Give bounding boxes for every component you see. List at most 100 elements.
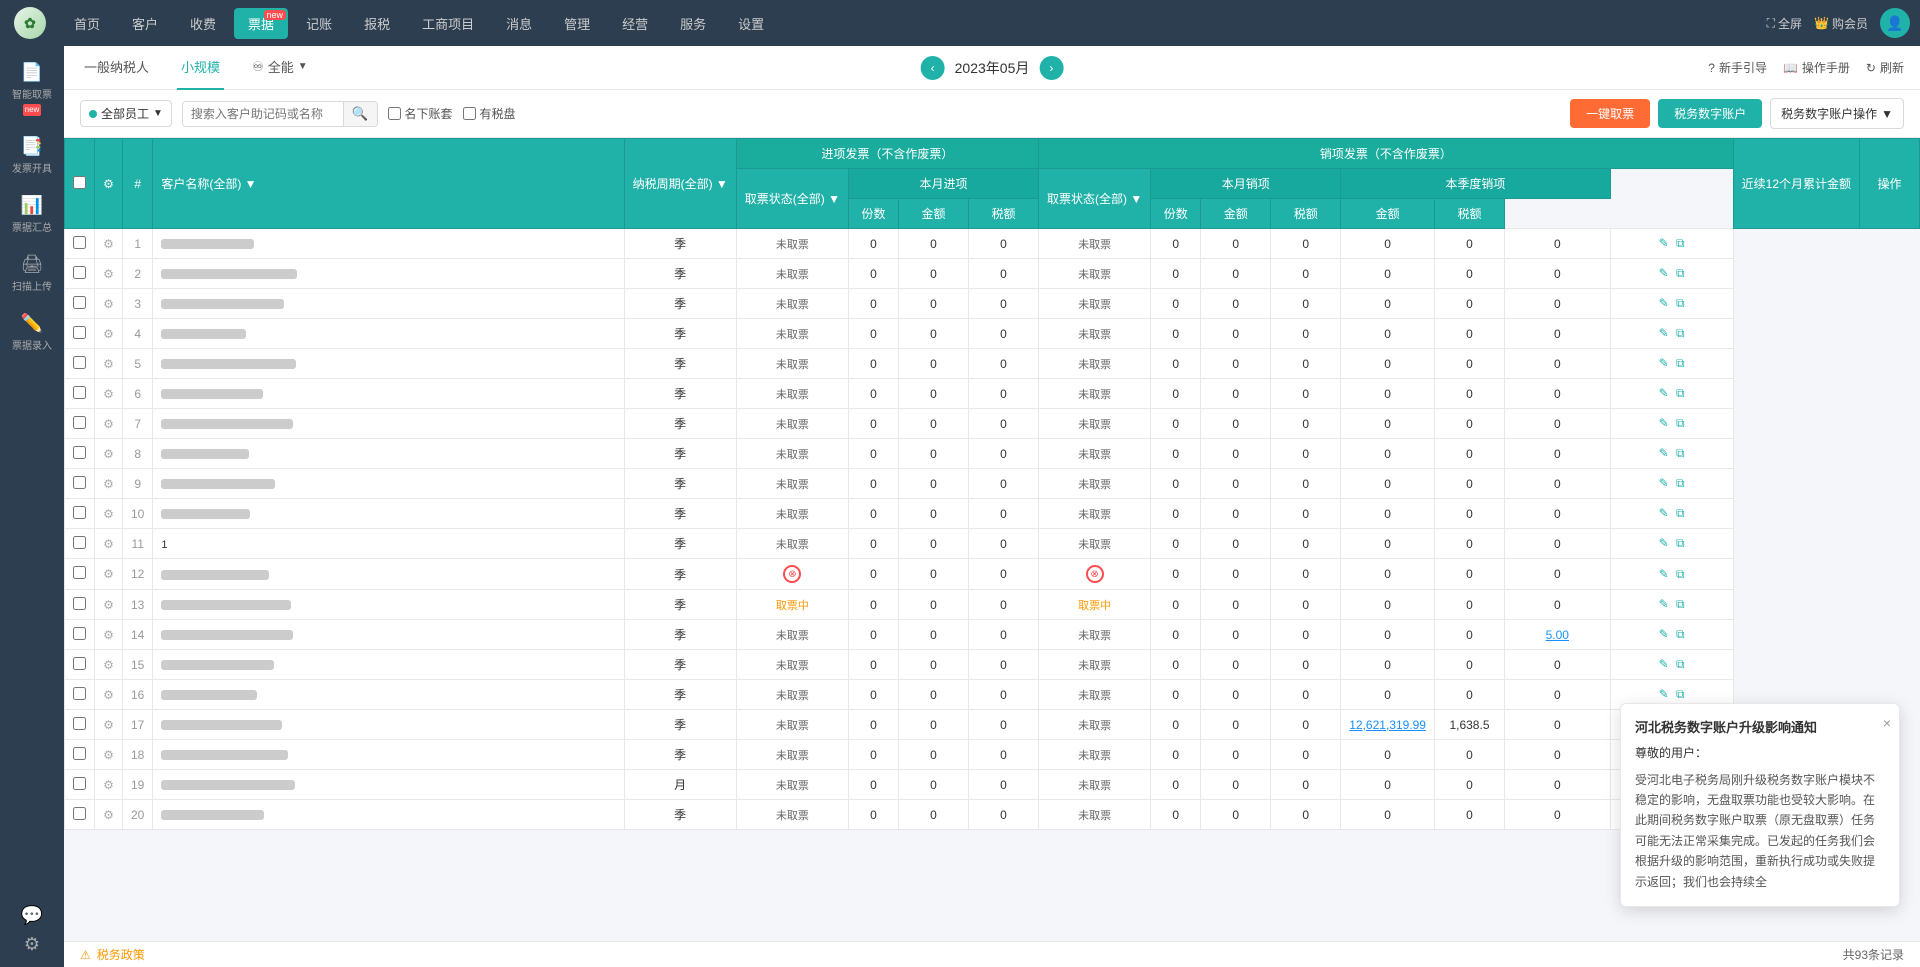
search-btn[interactable]: 🔍 [343, 102, 377, 126]
copy-btn[interactable]: ⧉ [1676, 356, 1685, 370]
edit-btn[interactable]: ✎ [1659, 296, 1669, 310]
copy-btn[interactable]: ⧉ [1676, 597, 1685, 611]
copy-btn[interactable]: ⧉ [1676, 446, 1685, 460]
row-checkbox[interactable] [73, 416, 86, 429]
row-num: 6 [123, 379, 153, 409]
tab-small-scale[interactable]: 小规模 [177, 46, 224, 90]
row-checkbox[interactable] [73, 627, 86, 640]
nav-manage[interactable]: 管理 [550, 8, 604, 39]
row-checkbox[interactable] [73, 687, 86, 700]
row-checkbox[interactable] [73, 747, 86, 760]
settings-icon[interactable]: ⚙ [24, 934, 40, 955]
row-checkbox[interactable] [73, 266, 86, 279]
row-checkbox[interactable] [73, 506, 86, 519]
row-checkbox[interactable] [73, 807, 86, 820]
tax-policy-link[interactable]: 税务政策 [97, 946, 145, 963]
vip-btn[interactable]: 👑 购会员 [1814, 15, 1868, 32]
edit-btn[interactable]: ✎ [1659, 356, 1669, 370]
guide-btn[interactable]: ? 新手引导 [1708, 59, 1767, 76]
nav-bookkeeping[interactable]: 记账 [292, 8, 346, 39]
row-checkbox[interactable] [73, 717, 86, 730]
manual-btn[interactable]: 📖 操作手册 [1783, 59, 1850, 76]
nav-services[interactable]: 服务 [666, 8, 720, 39]
copy-btn[interactable]: ⧉ [1676, 657, 1685, 671]
copy-btn[interactable]: ⧉ [1676, 326, 1685, 340]
copy-btn[interactable]: ⧉ [1676, 266, 1685, 280]
copy-btn[interactable]: ⧉ [1676, 386, 1685, 400]
tax-digital-ops-btn[interactable]: 税务数字账户操作 ▼ [1770, 98, 1904, 129]
message-icon[interactable]: 💬 [21, 905, 43, 926]
row-checkbox[interactable] [73, 657, 86, 670]
edit-btn[interactable]: ✎ [1659, 567, 1669, 581]
youshui-checkbox[interactable] [463, 107, 476, 120]
edit-btn[interactable]: ✎ [1659, 627, 1669, 641]
edit-btn[interactable]: ✎ [1659, 326, 1669, 340]
tab-general-taxpayer[interactable]: 一般纳税人 [80, 46, 153, 90]
th-period[interactable]: 纳税周期(全部) ▼ [624, 139, 736, 229]
next-month-btn[interactable]: › [1039, 56, 1063, 80]
nav-tax[interactable]: 报税 [350, 8, 404, 39]
edit-btn[interactable]: ✎ [1659, 416, 1669, 430]
copy-btn[interactable]: ⧉ [1676, 567, 1685, 581]
tax-digital-btn[interactable]: 税务数字账户 [1658, 99, 1762, 128]
nav-tickets[interactable]: 票据 new [234, 8, 288, 39]
row-checkbox[interactable] [73, 536, 86, 549]
th-customer-name[interactable]: 客户名称(全部) ▼ [153, 139, 624, 229]
row-checkbox[interactable] [73, 597, 86, 610]
search-input[interactable] [183, 103, 343, 125]
edit-btn[interactable]: ✎ [1659, 386, 1669, 400]
edit-btn[interactable]: ✎ [1659, 687, 1669, 701]
nav-operations[interactable]: 经营 [608, 8, 662, 39]
row-checkbox[interactable] [73, 566, 86, 579]
tab-all[interactable]: ♾ 全能 ▼ [248, 46, 312, 90]
row-checkbox[interactable] [73, 386, 86, 399]
row-checkbox[interactable] [73, 476, 86, 489]
row-checkbox[interactable] [73, 356, 86, 369]
copy-btn[interactable]: ⧉ [1676, 687, 1685, 701]
nav-fees[interactable]: 收费 [176, 8, 230, 39]
edit-btn[interactable]: ✎ [1659, 476, 1669, 490]
refresh-btn[interactable]: ↻ 刷新 [1866, 59, 1904, 76]
nav-settings[interactable]: 设置 [724, 8, 778, 39]
copy-btn[interactable]: ⧉ [1676, 536, 1685, 550]
edit-btn[interactable]: ✎ [1659, 266, 1669, 280]
sidebar-item-summary[interactable]: 📊 票据汇总 [4, 187, 60, 242]
edit-btn[interactable]: ✎ [1659, 657, 1669, 671]
nav-messages[interactable]: 消息 [492, 8, 546, 39]
youshui-checkbox-label[interactable]: 有税盘 [463, 105, 516, 122]
xiazhang-checkbox-label[interactable]: 名下账套 [388, 105, 453, 122]
copy-btn[interactable]: ⧉ [1676, 236, 1685, 250]
row-checkbox[interactable] [73, 236, 86, 249]
th-in-status[interactable]: 取票状态(全部) ▼ [736, 169, 848, 229]
row-checkbox[interactable] [73, 446, 86, 459]
notification-close-btn[interactable]: × [1883, 712, 1891, 734]
row-checkbox[interactable] [73, 326, 86, 339]
select-all-checkbox[interactable] [73, 176, 86, 189]
one-click-btn[interactable]: 一键取票 [1570, 99, 1650, 128]
prev-month-btn[interactable]: ‹ [921, 56, 945, 80]
row-checkbox[interactable] [73, 777, 86, 790]
fullscreen-btn[interactable]: ⛶ 全屏 [1767, 15, 1802, 32]
edit-btn[interactable]: ✎ [1659, 506, 1669, 520]
th-out-status[interactable]: 取票状态(全部) ▼ [1039, 169, 1151, 229]
edit-btn[interactable]: ✎ [1659, 236, 1669, 250]
sidebar-item-entry[interactable]: ✏️ 票据录入 [4, 305, 60, 360]
copy-btn[interactable]: ⧉ [1676, 476, 1685, 490]
nav-customers[interactable]: 客户 [118, 8, 172, 39]
copy-btn[interactable]: ⧉ [1676, 506, 1685, 520]
sidebar-item-smart-ticket[interactable]: 📄 智能取票 new [4, 54, 60, 124]
row-checkbox[interactable] [73, 296, 86, 309]
sidebar-item-scan[interactable]: 🖨 扫描上传 [4, 246, 60, 301]
copy-btn[interactable]: ⧉ [1676, 627, 1685, 641]
user-avatar[interactable]: 👤 [1880, 8, 1910, 38]
sidebar-item-invoice-open[interactable]: 📑 发票开具 [4, 128, 60, 183]
edit-btn[interactable]: ✎ [1659, 446, 1669, 460]
copy-btn[interactable]: ⧉ [1676, 296, 1685, 310]
edit-btn[interactable]: ✎ [1659, 536, 1669, 550]
xiazhang-checkbox[interactable] [388, 107, 401, 120]
nav-home[interactable]: 首页 [60, 8, 114, 39]
nav-business[interactable]: 工商项目 [408, 8, 488, 39]
edit-btn[interactable]: ✎ [1659, 597, 1669, 611]
copy-btn[interactable]: ⧉ [1676, 416, 1685, 430]
employee-select[interactable]: 全部员工 ▼ [80, 100, 172, 127]
